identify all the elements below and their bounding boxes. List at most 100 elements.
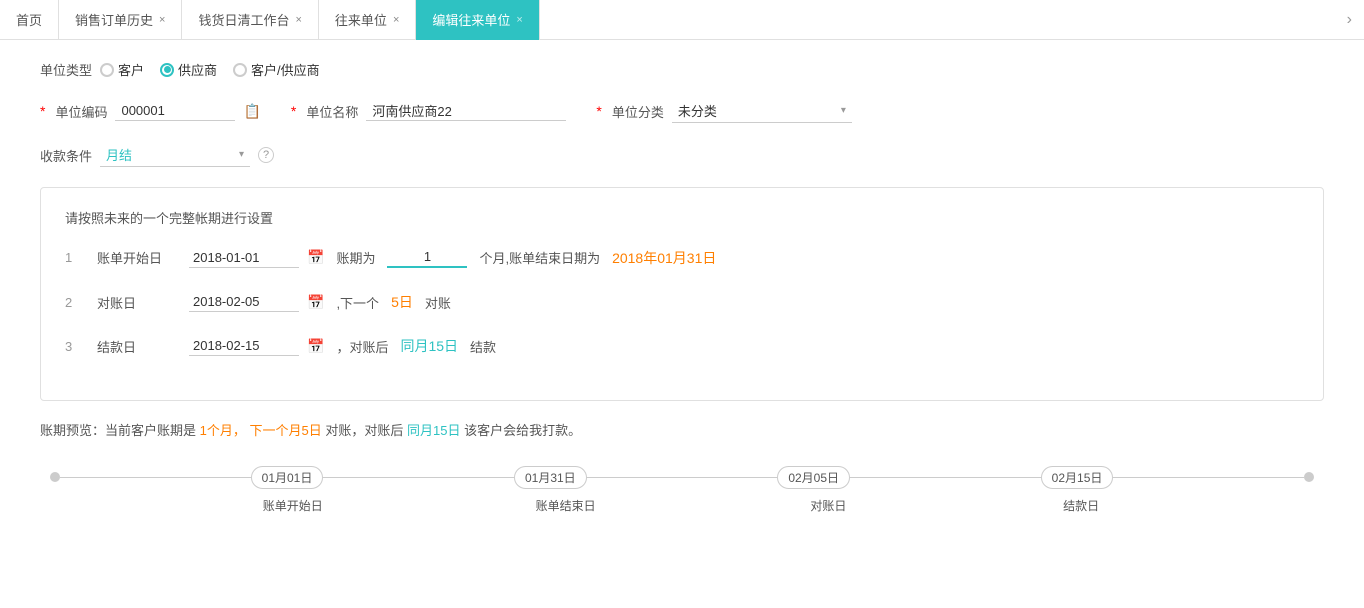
preview-part3: 同月15日	[407, 423, 460, 438]
setting-row-2-label: 对账日	[97, 293, 177, 312]
tab-edit-counterparty[interactable]: 编辑往来单位 ×	[416, 0, 539, 40]
timeline-segment-4	[850, 477, 1041, 478]
reconciliation-desc-prefix: ,下一个	[336, 293, 379, 312]
timeline-segment-1	[60, 477, 251, 478]
preview-prefix: 账期预览：当前客户账期是	[40, 423, 196, 438]
unit-code-input[interactable]	[115, 101, 235, 121]
tab-cashier-label: 钱货日清工作台	[198, 10, 289, 29]
payment-condition-select[interactable]: 月结 ▾	[100, 143, 250, 167]
payment-condition-row: 收款条件 月结 ▾ ?	[40, 143, 1324, 167]
timeline-label-2: 账单结束日	[526, 493, 606, 514]
unit-name-label: 单位名称	[306, 102, 358, 121]
unit-name-input[interactable]	[366, 101, 566, 121]
tab-bar: 首页 销售订单历史 × 钱货日清工作台 × 往来单位 × 编辑往来单位 × ›	[0, 0, 1364, 40]
preview-part1: 1个月，	[200, 423, 246, 438]
timeline-node-3: 02月05日	[777, 466, 850, 489]
timeline-label-text-4: 结款日	[1063, 497, 1099, 514]
radio-group: 客户 供应商 客户/供应商	[100, 60, 320, 79]
unit-code-copy-icon[interactable]: 📋	[243, 103, 260, 120]
radio-supplier-circle[interactable]	[160, 63, 174, 77]
settlement-date-input[interactable]	[189, 336, 299, 356]
unit-code-label: 单位编码	[55, 102, 107, 121]
tab-sales-history-label: 销售订单历史	[75, 10, 153, 29]
main-content: 单位类型 客户 供应商 客户/供应商 * 单位编码	[0, 40, 1364, 608]
unit-code-star: *	[40, 103, 45, 119]
tab-home[interactable]: 首页	[0, 0, 59, 40]
timeline-label-1: 账单开始日	[253, 493, 333, 514]
period-label: 账期为	[336, 248, 375, 267]
reconciliation-date-input[interactable]	[189, 292, 299, 312]
preview-suffix: 该客户会给我打款。	[464, 423, 581, 438]
unit-category-select[interactable]: 未分类 ▾	[672, 99, 852, 123]
radio-supplier-label: 供应商	[178, 60, 217, 79]
settlement-highlight: 同月15日	[400, 336, 458, 356]
preview-text: 账期预览：当前客户账期是 1个月， 下一个月5日 对账，对账后 同月15日 该客…	[40, 421, 1324, 442]
tab-edit-counterparty-close[interactable]: ×	[516, 14, 522, 26]
unit-name-star: *	[291, 103, 296, 119]
tab-sales-history-close[interactable]: ×	[159, 14, 165, 26]
timeline-node-1: 01月01日	[251, 466, 324, 489]
tab-counterparty-close[interactable]: ×	[393, 14, 399, 26]
timeline-node-4: 02月15日	[1041, 466, 1114, 489]
timeline-label-4: 结款日	[1051, 493, 1111, 514]
tab-edit-counterparty-label: 编辑往来单位	[432, 10, 510, 29]
unit-code-field: * 单位编码 📋	[40, 101, 261, 121]
radio-customer[interactable]: 客户	[100, 60, 144, 79]
unit-category-value: 未分类	[678, 101, 837, 120]
period-unit-label: 个月,账单结束日期为	[479, 248, 600, 267]
period-input[interactable]	[387, 247, 467, 268]
radio-both[interactable]: 客户/供应商	[233, 60, 320, 79]
radio-customer-circle[interactable]	[100, 63, 114, 77]
tab-counterparty-label: 往来单位	[335, 10, 387, 29]
payment-condition-help-icon[interactable]: ?	[258, 147, 274, 163]
bill-start-date-input[interactable]	[189, 248, 299, 268]
timeline-date-1: 01月01日	[251, 466, 324, 489]
unit-type-label: 单位类型	[40, 60, 92, 79]
period-end-date: 2018年01月31日	[612, 248, 716, 268]
payment-condition-value: 月结	[106, 145, 235, 164]
timeline-date-3: 02月05日	[777, 466, 850, 489]
payment-condition-label: 收款条件	[40, 146, 92, 165]
payment-condition-chevron: ▾	[239, 149, 244, 160]
unit-category-star: *	[596, 103, 601, 119]
setting-row-1: 1 账单开始日 📅 账期为 个月,账单结束日期为 2018年01月31日	[65, 247, 1299, 268]
settings-box: 请按照未来的一个完整帐期进行设置 1 账单开始日 📅 账期为 个月,账单结束日期…	[40, 187, 1324, 401]
tab-bar-arrow[interactable]: ›	[1335, 11, 1364, 29]
unit-name-field: * 单位名称	[291, 101, 566, 121]
settings-title: 请按照未来的一个完整帐期进行设置	[65, 208, 1299, 227]
unit-info-row: * 单位编码 📋 * 单位名称 * 单位分类 未分类 ▾	[40, 99, 1324, 123]
setting-row-1-number: 1	[65, 250, 85, 265]
settlement-date-calendar-icon[interactable]: 📅	[307, 338, 324, 355]
timeline-line-row: 01月01日 01月31日 02月05日 02月15日	[40, 466, 1324, 489]
reconciliation-date-calendar-icon[interactable]: 📅	[307, 294, 324, 311]
preview-part2: 下一个月5日	[250, 423, 322, 438]
radio-customer-label: 客户	[118, 60, 144, 79]
setting-row-3-label: 结款日	[97, 337, 177, 356]
settlement-desc-suffix: 结款	[470, 337, 496, 356]
timeline-segment-3	[587, 477, 778, 478]
setting-row-3: 3 结款日 📅 ，对账后 同月15日 结款	[65, 336, 1299, 356]
tab-counterparty[interactable]: 往来单位 ×	[319, 0, 416, 40]
unit-type-row: 单位类型 客户 供应商 客户/供应商	[40, 60, 1324, 79]
tab-cashier-close[interactable]: ×	[295, 14, 301, 26]
radio-supplier[interactable]: 供应商	[160, 60, 217, 79]
help-icon-label: ?	[263, 149, 269, 161]
preview-middle: 对账，对账后	[325, 423, 403, 438]
timeline-start-dot	[50, 472, 60, 482]
radio-both-circle[interactable]	[233, 63, 247, 77]
setting-row-3-number: 3	[65, 339, 85, 354]
timeline-segment-2	[323, 477, 514, 478]
timeline-label-text-1: 账单开始日	[263, 497, 323, 514]
timeline-segment-5	[1113, 477, 1304, 478]
settlement-desc-prefix: ，对账后	[336, 337, 388, 356]
timeline-date-2: 01月31日	[514, 466, 587, 489]
timeline-label-text-3: 对账日	[810, 497, 846, 514]
payment-condition-field: 收款条件 月结 ▾ ?	[40, 143, 274, 167]
timeline-label-3: 对账日	[798, 493, 858, 514]
tab-sales-history[interactable]: 销售订单历史 ×	[59, 0, 182, 40]
bill-start-date-calendar-icon[interactable]: 📅	[307, 249, 324, 266]
setting-row-2: 2 对账日 📅 ,下一个 5日 对账	[65, 292, 1299, 312]
tab-cashier[interactable]: 钱货日清工作台 ×	[182, 0, 318, 40]
radio-both-label: 客户/供应商	[251, 60, 320, 79]
setting-row-2-number: 2	[65, 295, 85, 310]
